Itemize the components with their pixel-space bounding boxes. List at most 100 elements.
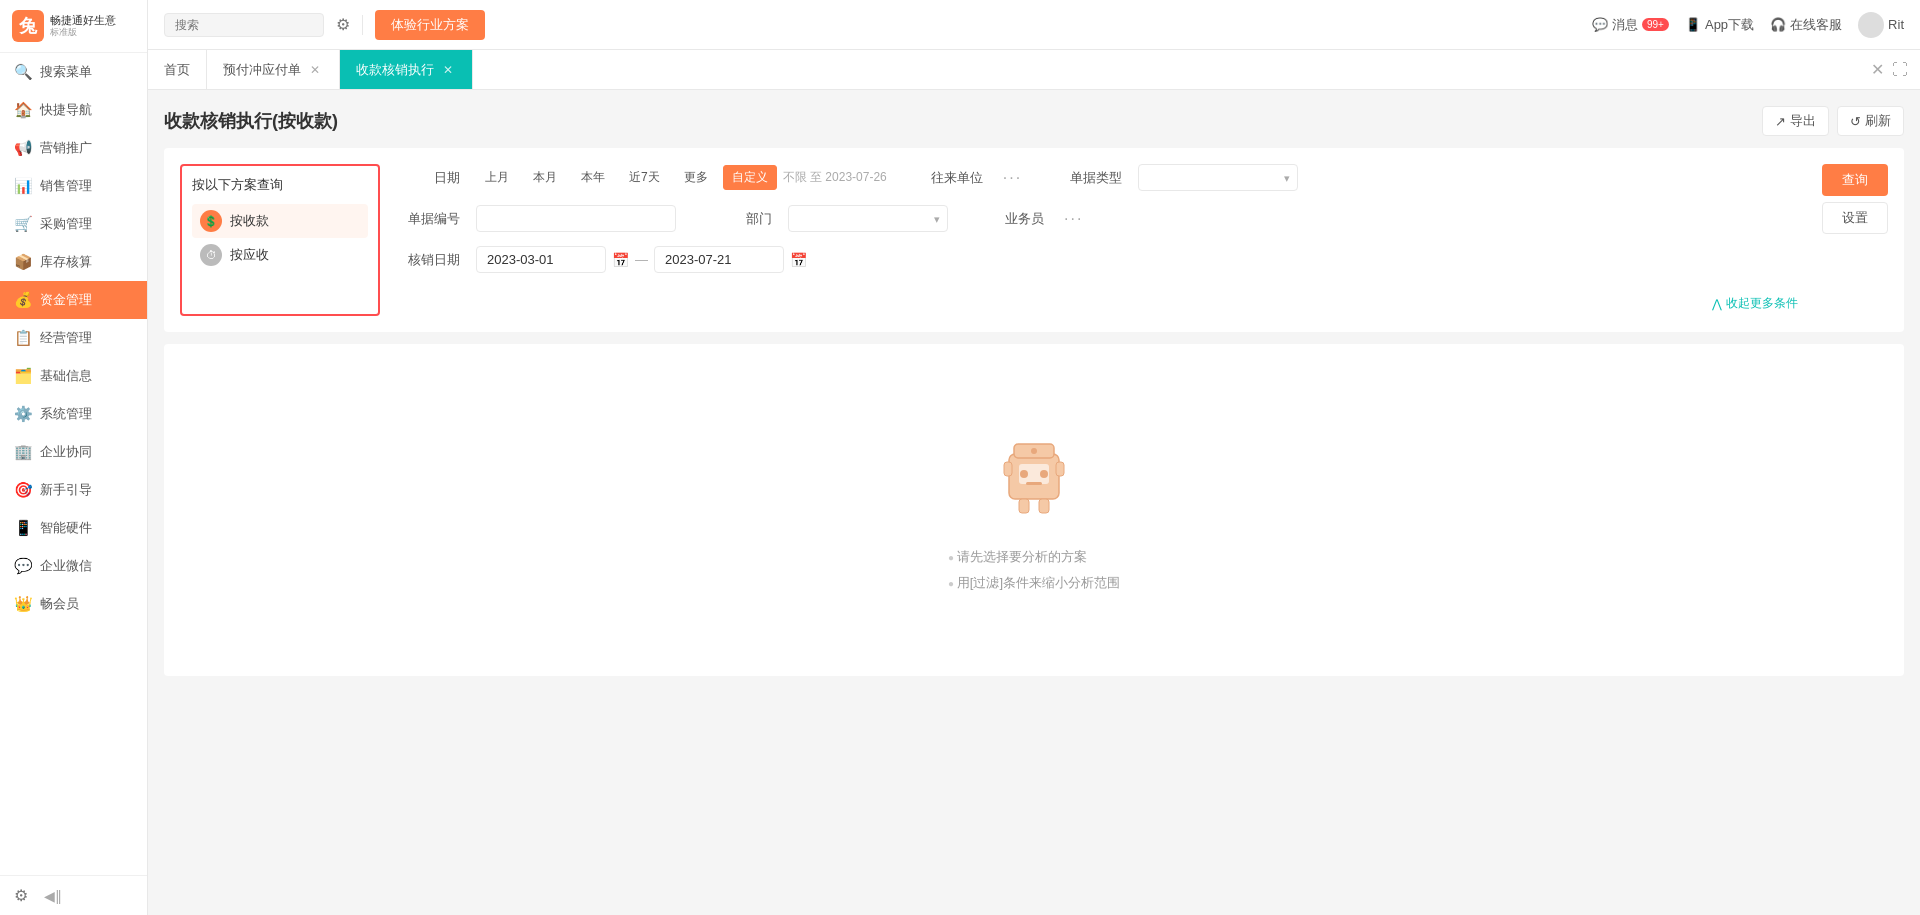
topbar-divider (362, 15, 363, 35)
tab-receive[interactable]: 收款核销执行✕ (340, 50, 473, 89)
sidebar-item-label: 新手引导 (40, 481, 92, 499)
doc-type-select[interactable] (1138, 164, 1298, 191)
receipt-icon: 💲 (200, 210, 222, 232)
filter-option-receivable[interactable]: ⏱ 按应收 (192, 238, 368, 272)
sidebar-item-label: 企业微信 (40, 557, 92, 575)
date-end-icon[interactable]: 📅 (790, 252, 807, 268)
settings-icon[interactable]: ⚙ (14, 886, 28, 905)
refresh-button[interactable]: ↺ 刷新 (1837, 106, 1904, 136)
date-start-icon[interactable]: 📅 (612, 252, 629, 268)
verify-date-start-input[interactable] (476, 246, 606, 273)
sidebar-item-label: 库存核算 (40, 253, 92, 271)
empty-state: 请先选择要分析的方案 用[过滤]条件来缩小分析范围 (164, 344, 1904, 676)
sidebar-item-search[interactable]: 🔍 搜索菜单 (0, 53, 147, 91)
user-item[interactable]: Rit (1858, 12, 1904, 38)
sidebar-item-purchase[interactable]: 🛒采购管理 (0, 205, 147, 243)
sidebar-item-label: 快捷导航 (40, 101, 92, 119)
sidebar-item-member[interactable]: 👑畅会员 (0, 585, 147, 623)
sidebar-item-system[interactable]: ⚙️ 系统管理 (0, 395, 147, 433)
topbar-gear-icon[interactable]: ⚙ (336, 15, 350, 34)
date-btn-more[interactable]: 更多 (675, 165, 717, 190)
sidebar-item-wechat[interactable]: 💬企业微信 (0, 547, 147, 585)
basic-icon: 🗂️ (14, 367, 32, 385)
service-icon: 🎧 (1770, 17, 1786, 32)
date-btn-7days[interactable]: 近7天 (620, 165, 669, 190)
app-icon: 📱 (1685, 17, 1701, 32)
sidebar-logo: 兔 畅捷通好生意 标准版 (0, 0, 147, 53)
tab-label: 预付冲应付单 (223, 61, 301, 79)
sidebar-item-basic[interactable]: 🗂️基础信息 (0, 357, 147, 395)
tab-home[interactable]: 首页 (148, 50, 207, 89)
topbar-search-input[interactable] (164, 13, 324, 37)
hardware-icon: 📱 (14, 519, 32, 537)
filter-row-2: 单据编号 部门 业务员 ··· (404, 205, 1806, 232)
tab-close-icon[interactable]: ✕ (440, 62, 456, 78)
collapse-sidebar-button[interactable]: ◀‖ (44, 888, 62, 904)
date-btn-last-month[interactable]: 上月 (476, 165, 518, 190)
partner-dots-button[interactable]: ··· (999, 169, 1026, 187)
empty-illustration (984, 424, 1084, 524)
receivable-icon: ⏱ (200, 244, 222, 266)
sidebar-item-label: 采购管理 (40, 215, 92, 233)
filter-panel: 按以下方案查询 💲 按收款 ⏱ 按应收 日期 (164, 148, 1904, 332)
sidebar-item-sales[interactable]: 📊销售管理 (0, 167, 147, 205)
industry-solution-button[interactable]: 体验行业方案 (375, 10, 485, 40)
doc-no-input[interactable] (476, 205, 676, 232)
topbar: ⚙ 体验行业方案 💬 消息 99+ 📱 App下载 🎧 在线客服 Rit (148, 0, 1920, 50)
sidebar-item-guide[interactable]: 🎯新手引导 (0, 471, 147, 509)
page-title: 收款核销执行(按收款) (164, 109, 338, 133)
query-button[interactable]: 查询 (1822, 164, 1888, 196)
sidebar-item-hardware[interactable]: 📱智能硬件 (0, 509, 147, 547)
sidebar-item-operations[interactable]: 📋经营管理 (0, 319, 147, 357)
close-tab-icon[interactable]: ✕ (1871, 60, 1884, 79)
date-btn-custom[interactable]: 自定义 (723, 165, 777, 190)
app-download-item[interactable]: 📱 App下载 (1685, 16, 1754, 34)
user-name: Rit (1888, 17, 1904, 32)
tab-prepay[interactable]: 预付冲应付单 ✕ (207, 50, 340, 89)
page-content: 收款核销执行(按收款) ↗ 导出 ↺ 刷新 按以下方案查询 💲 按收款 (148, 90, 1920, 915)
sidebar-item-label: 经营管理 (40, 329, 92, 347)
system-icon: ⚙️ (14, 405, 32, 423)
search-icon: 🔍 (14, 63, 32, 81)
date-unlimited-label: 不限 至 2023-07-26 (783, 169, 887, 186)
svg-point-2 (1020, 470, 1028, 478)
staff-dots-button[interactable]: ··· (1060, 210, 1087, 228)
dept-select[interactable] (788, 205, 948, 232)
svg-rect-6 (1056, 462, 1064, 476)
collapse-wrapper: ⋀ 收起更多条件 (404, 287, 1806, 316)
sidebar-item-shortcut[interactable]: 🏠快捷导航 (0, 91, 147, 129)
sidebar-item-inventory[interactable]: 📦 库存核算 (0, 243, 147, 281)
svg-point-3 (1040, 470, 1048, 478)
sidebar-item-enterprise[interactable]: 🏢 企业协同 (0, 433, 147, 471)
sidebar-item-label: 企业协同 (40, 443, 92, 461)
dept-select-wrapper (788, 205, 948, 232)
date-btn-this-month[interactable]: 本月 (524, 165, 566, 190)
online-service-item[interactable]: 🎧 在线客服 (1770, 16, 1842, 34)
sidebar-item-label: 搜索菜单 (40, 63, 92, 81)
fullscreen-icon[interactable]: ⛶ (1892, 61, 1908, 79)
empty-hints: 请先选择要分析的方案 用[过滤]条件来缩小分析范围 (948, 544, 1120, 596)
tabs-bar: 首页预付冲应付单✕收款核销执行✕ ✕ ⛶ (148, 50, 1920, 90)
sidebar-bottom: ⚙ ◀‖ (0, 875, 147, 915)
inventory-icon: 📦 (14, 253, 32, 271)
sidebar: 兔 畅捷通好生意 标准版 🔍 搜索菜单 🏠快捷导航📢营销推广📊销售管理🛒采购管理 📦 库… (0, 0, 148, 915)
sidebar-item-marketing[interactable]: 📢营销推广 (0, 129, 147, 167)
svg-point-10 (1031, 448, 1037, 454)
member-icon: 👑 (14, 595, 32, 613)
message-item[interactable]: 💬 消息 99+ (1592, 16, 1669, 34)
main-area: ⚙ 体验行业方案 💬 消息 99+ 📱 App下载 🎧 在线客服 Rit (148, 0, 1920, 915)
collapse-more-button[interactable]: ⋀ 收起更多条件 (1704, 291, 1806, 316)
marketing-icon: 📢 (14, 139, 32, 157)
sidebar-item-funds[interactable]: 💰资金管理 (0, 281, 147, 319)
setting-button[interactable]: 设置 (1822, 202, 1888, 234)
verify-date-end-input[interactable] (654, 246, 784, 273)
sidebar-nav: 🔍 搜索菜单 🏠快捷导航📢营销推广📊销售管理🛒采购管理 📦 库存核算 💰资金管理📋经营管理… (0, 53, 147, 875)
export-button[interactable]: ↗ 导出 (1762, 106, 1829, 136)
enterprise-icon: 🏢 (14, 443, 32, 461)
filter-option-receipt[interactable]: 💲 按收款 (192, 204, 368, 238)
sidebar-item-label: 系统管理 (40, 405, 92, 423)
tab-close-icon[interactable]: ✕ (307, 62, 323, 78)
date-btn-this-year[interactable]: 本年 (572, 165, 614, 190)
dept-label: 部门 (716, 210, 772, 228)
query-buttons: 查询 设置 (1822, 164, 1888, 234)
